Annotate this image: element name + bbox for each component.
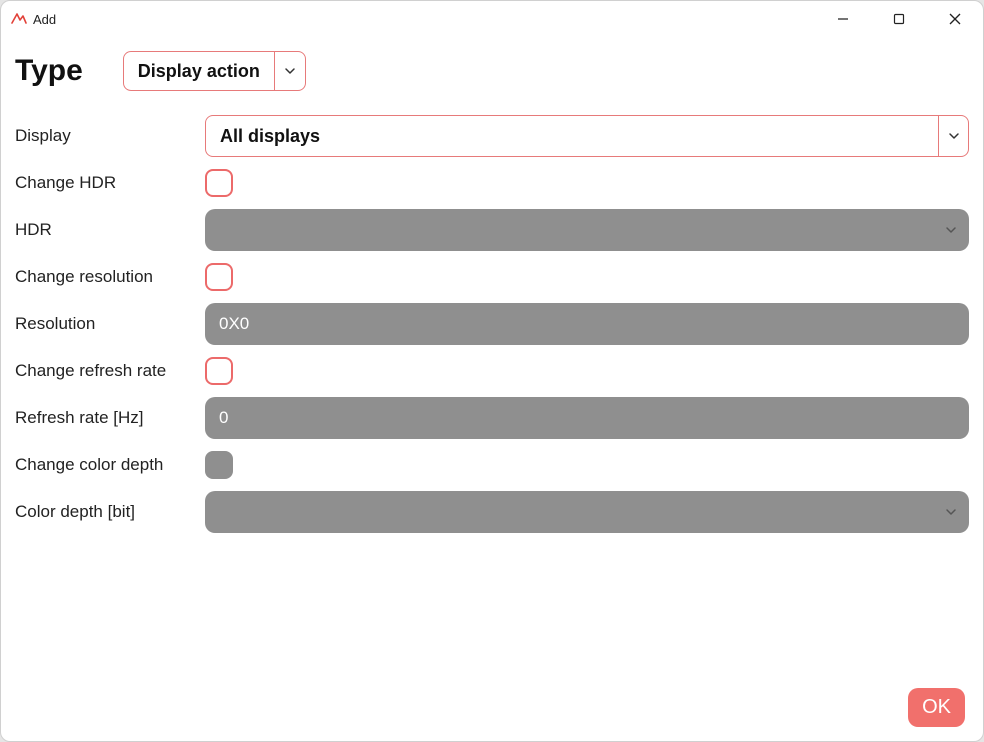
display-select[interactable]: All displays [205,115,969,157]
chevron-down-icon [933,506,957,518]
maximize-button[interactable] [871,1,927,37]
dialog-window: Add Type Display action [0,0,984,742]
type-select[interactable]: Display action [123,51,306,91]
refresh-label: Refresh rate [Hz] [15,398,197,438]
display-select-value: All displays [206,116,938,156]
title-bar: Add [1,1,983,37]
type-row: Type Display action [15,47,969,109]
change-resolution-label: Change resolution [15,257,197,297]
type-select-value: Display action [124,52,275,90]
chevron-down-icon [275,52,305,90]
title-left: Add [11,11,56,27]
hdr-label: HDR [15,210,197,250]
type-label: Type [15,54,83,88]
dialog-content: Type Display action Display All displays [1,37,983,539]
change-hdr-checkbox[interactable] [205,169,233,197]
change-resolution-checkbox[interactable] [205,263,233,291]
change-color-checkbox [205,451,233,479]
refresh-field: 0 [205,397,969,439]
chevron-down-icon [933,224,957,236]
form-grid: Display All displays Change HDR HDR [15,109,969,539]
resolution-label: Resolution [15,304,197,344]
window-controls [815,1,983,37]
resolution-field: 0X0 [205,303,969,345]
window-title: Add [33,12,56,27]
hdr-select [205,209,969,251]
close-button[interactable] [927,1,983,37]
ok-button[interactable]: OK [908,688,965,727]
change-refresh-label: Change refresh rate [15,351,197,391]
change-refresh-checkbox[interactable] [205,357,233,385]
display-label: Display [15,116,197,156]
color-label: Color depth [bit] [15,492,197,532]
resolution-value: 0X0 [219,314,249,334]
refresh-value: 0 [219,408,228,428]
change-color-label: Change color depth [15,445,197,485]
app-icon [11,11,27,27]
chevron-down-icon [938,116,968,156]
minimize-button[interactable] [815,1,871,37]
change-hdr-label: Change HDR [15,163,197,203]
color-select [205,491,969,533]
